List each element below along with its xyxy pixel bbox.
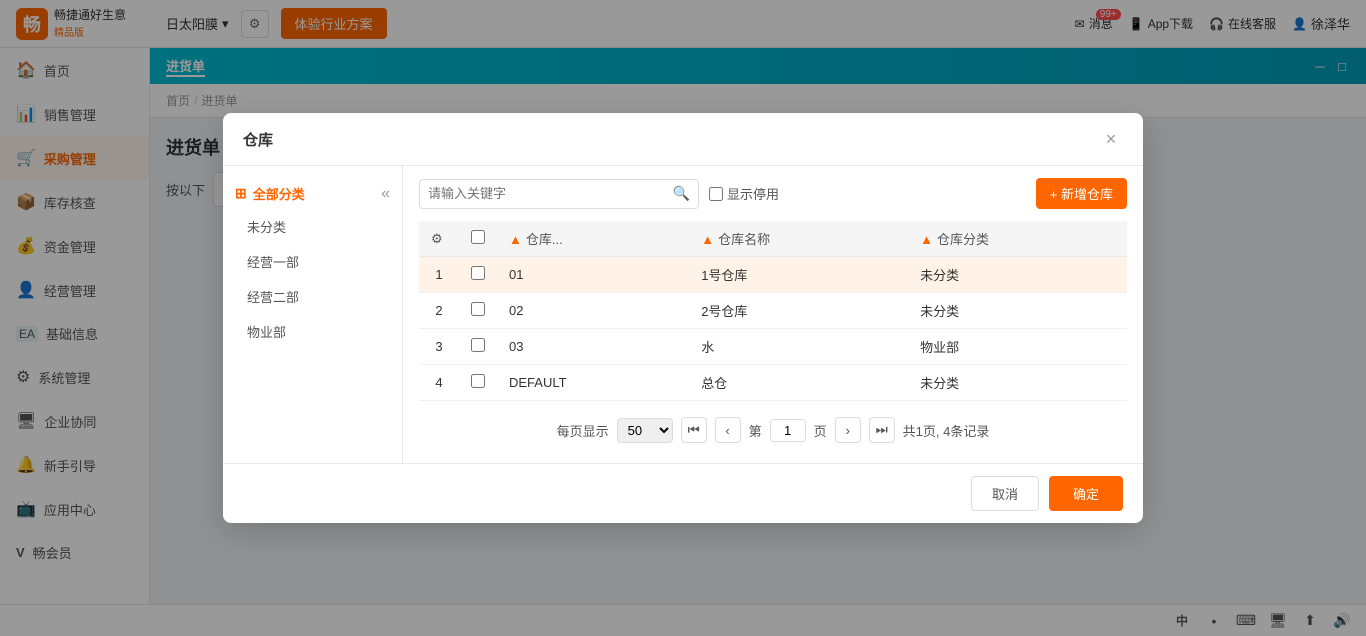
page-label: 第 (749, 421, 762, 440)
warehouse-table: ⚙ ▲仓库... ▲仓库名称 ▲仓库分类 (419, 221, 1127, 401)
th-category: ▲仓库分类 (908, 221, 1127, 257)
row-code: 03 (497, 329, 689, 365)
first-page-button[interactable]: ⏮ (681, 417, 707, 443)
row-checkbox-cell (459, 365, 497, 401)
th-code: ▲仓库... (497, 221, 689, 257)
category-item-ops1[interactable]: 经营一部 (223, 244, 402, 279)
row-checkbox-cell (459, 293, 497, 329)
category-item-unclassified[interactable]: 未分类 (223, 209, 402, 244)
page-unit: 页 (814, 421, 827, 440)
grid-icon: ⊞ (235, 185, 247, 202)
all-category-label: 全部分类 (253, 184, 305, 203)
row-name: 总仓 (689, 365, 908, 401)
show-disabled-text: 显示停用 (727, 184, 779, 203)
table-body: 1 01 1号仓库 未分类 2 02 2号仓库 (419, 257, 1127, 401)
th-name: ▲仓库名称 (689, 221, 908, 257)
confirm-button[interactable]: 确定 (1049, 476, 1123, 511)
modal-toolbar: 🔍 显示停用 + 新增仓库 (419, 178, 1127, 209)
row-code: 01 (497, 257, 689, 293)
page-number-input[interactable] (770, 419, 806, 442)
all-category-item[interactable]: ⊞ 全部分类 (235, 184, 305, 203)
search-input[interactable] (420, 186, 665, 201)
row-index: 2 (419, 293, 459, 329)
modal-body: ⊞ 全部分类 « 未分类 经营一部 经营二部 物业部 🔍 (223, 166, 1143, 463)
per-page-select[interactable]: 10 20 50 100 (617, 418, 673, 443)
select-all-checkbox[interactable] (471, 230, 485, 244)
modal-overlay: 仓库 × ⊞ 全部分类 « 未分类 经营一部 经营二部 物业部 (0, 0, 1366, 636)
modal-category-sidebar: ⊞ 全部分类 « 未分类 经营一部 经营二部 物业部 (223, 166, 403, 463)
row-name: 1号仓库 (689, 257, 908, 293)
modal-title: 仓库 (243, 129, 273, 150)
table-header-row: ⚙ ▲仓库... ▲仓库名称 ▲仓库分类 (419, 221, 1127, 257)
search-icon[interactable]: 🔍 (665, 185, 698, 202)
row-category: 未分类 (908, 293, 1127, 329)
category-item-property[interactable]: 物业部 (223, 314, 402, 349)
modal-main: 🔍 显示停用 + 新增仓库 ⚙ (403, 166, 1143, 463)
pagination: 每页显示 10 20 50 100 ⏮ ‹ 第 页 › ⏭ 共1页, 4条记录 (419, 409, 1127, 451)
add-warehouse-button[interactable]: + 新增仓库 (1036, 178, 1127, 209)
next-page-button[interactable]: › (835, 417, 861, 443)
row-index: 1 (419, 257, 459, 293)
row-code: DEFAULT (497, 365, 689, 401)
table-head: ⚙ ▲仓库... ▲仓库名称 ▲仓库分类 (419, 221, 1127, 257)
collapse-button[interactable]: « (381, 185, 390, 203)
category-item-ops2[interactable]: 经营二部 (223, 279, 402, 314)
show-disabled-checkbox[interactable] (709, 187, 723, 201)
row-checkbox[interactable] (471, 338, 485, 352)
sort-icon-code: ▲ (509, 232, 522, 247)
row-checkbox-cell (459, 329, 497, 365)
total-pages-label: 共1页, 4条记录 (903, 421, 990, 440)
row-category: 未分类 (908, 365, 1127, 401)
row-category: 未分类 (908, 257, 1127, 293)
show-disabled-label[interactable]: 显示停用 (709, 184, 779, 203)
row-checkbox[interactable] (471, 374, 485, 388)
sort-icon-category: ▲ (920, 232, 933, 247)
cancel-button[interactable]: 取消 (971, 476, 1039, 511)
row-index: 3 (419, 329, 459, 365)
row-index: 4 (419, 365, 459, 401)
row-name: 2号仓库 (689, 293, 908, 329)
table-row[interactable]: 1 01 1号仓库 未分类 (419, 257, 1127, 293)
search-box: 🔍 (419, 179, 699, 209)
row-category: 物业部 (908, 329, 1127, 365)
modal-close-button[interactable]: × (1099, 127, 1123, 151)
prev-page-button[interactable]: ‹ (715, 417, 741, 443)
table-row[interactable]: 4 DEFAULT 总仓 未分类 (419, 365, 1127, 401)
warehouse-modal: 仓库 × ⊞ 全部分类 « 未分类 经营一部 经营二部 物业部 (223, 113, 1143, 523)
row-name: 水 (689, 329, 908, 365)
row-checkbox[interactable] (471, 302, 485, 316)
modal-footer: 取消 确定 (223, 463, 1143, 523)
table-row[interactable]: 2 02 2号仓库 未分类 (419, 293, 1127, 329)
row-checkbox-cell (459, 257, 497, 293)
row-checkbox[interactable] (471, 266, 485, 280)
table-row[interactable]: 3 03 水 物业部 (419, 329, 1127, 365)
per-page-label: 每页显示 (557, 421, 609, 440)
modal-sidebar-header: ⊞ 全部分类 « (223, 178, 402, 209)
table-container: ⚙ ▲仓库... ▲仓库名称 ▲仓库分类 (419, 221, 1127, 401)
sort-icon-name: ▲ (701, 232, 714, 247)
th-checkbox (459, 221, 497, 257)
row-code: 02 (497, 293, 689, 329)
th-settings[interactable]: ⚙ (419, 221, 459, 257)
modal-header: 仓库 × (223, 113, 1143, 166)
last-page-button[interactable]: ⏭ (869, 417, 895, 443)
